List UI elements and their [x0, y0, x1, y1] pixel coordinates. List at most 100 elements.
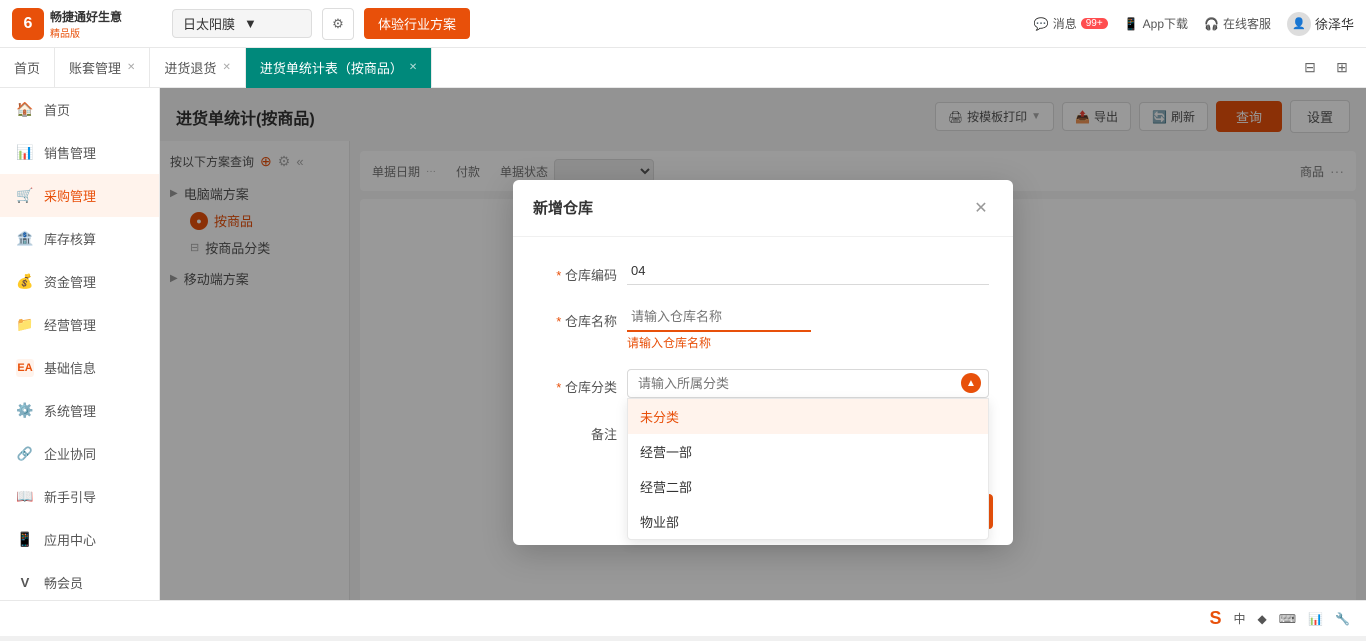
keyboard-icon[interactable]: ⌨: [1279, 612, 1296, 626]
tab-home[interactable]: 首页: [0, 48, 55, 88]
sidebar-item-finance[interactable]: 💰 资金管理: [0, 260, 159, 303]
store-name: 日太阳膜: [183, 14, 240, 33]
tab-purchase-stats[interactable]: 进货单统计表（按商品） ✕: [246, 48, 432, 88]
tab-account[interactable]: 账套管理 ✕: [55, 48, 150, 88]
dropdown-item-uncategorized[interactable]: 未分类: [628, 399, 988, 434]
modal-overlay: 新增仓库 ✕ * 仓库编码: [160, 88, 1366, 636]
tool-icon[interactable]: 🔧: [1335, 612, 1350, 626]
message-label: 消息: [1053, 15, 1077, 32]
headset-icon: 🎧: [1204, 17, 1219, 31]
sidebar-item-operations[interactable]: 📁 经营管理: [0, 303, 159, 346]
settings-button[interactable]: ⚙: [322, 8, 354, 40]
username: 徐泽华: [1315, 14, 1354, 33]
logo-icon: 6: [12, 8, 44, 40]
bottom-bar: S 中 ◆ ⌨ 📊 🔧: [0, 600, 1366, 636]
name-input[interactable]: [627, 303, 811, 332]
code-input[interactable]: [627, 257, 989, 285]
modal-add-warehouse: 新增仓库 ✕ * 仓库编码: [513, 180, 1013, 545]
brand-icon: S: [1210, 608, 1222, 629]
logo-area: 6 畅捷通好生意 精品版: [12, 8, 162, 40]
sidebar-item-sales[interactable]: 📊 销售管理: [0, 131, 159, 174]
modal-body: * 仓库编码 * 仓库名称: [513, 237, 1013, 482]
user-avatar: 👤: [1287, 12, 1311, 36]
sidebar-item-enterprise[interactable]: 🔗 企业协同: [0, 432, 159, 475]
sidebar-label-basic-info: 基础信息: [44, 358, 96, 377]
sidebar-label-system: 系统管理: [44, 401, 96, 420]
tab-home-label: 首页: [14, 58, 40, 77]
sidebar-item-app-center[interactable]: 📱 应用中心: [0, 518, 159, 561]
membership-icon: V: [16, 574, 34, 592]
message-action[interactable]: 💬 消息 99+: [1034, 15, 1108, 32]
tab-purchase-return[interactable]: 进货退货 ✕: [150, 48, 245, 88]
tab-purchase-return-close[interactable]: ✕: [222, 62, 230, 73]
trial-button[interactable]: 体验行业方案: [364, 8, 470, 39]
sidebar-item-system[interactable]: ⚙️ 系统管理: [0, 389, 159, 432]
home-icon: 🏠: [16, 101, 34, 119]
tab-expand-button[interactable]: ⊞: [1326, 52, 1358, 84]
category-input[interactable]: [627, 369, 989, 398]
notes-label: 备注: [537, 416, 617, 443]
diamond-icon[interactable]: ◆: [1258, 612, 1267, 626]
online-service-action[interactable]: 🎧 在线客服: [1204, 15, 1271, 32]
sidebar-item-guide[interactable]: 📖 新手引导: [0, 475, 159, 518]
logo-text: 畅捷通好生意 精品版: [50, 8, 122, 40]
sidebar-label-operations: 经营管理: [44, 315, 96, 334]
sidebar-item-membership[interactable]: V 畅会员: [0, 561, 159, 604]
sidebar-item-home[interactable]: 🏠 首页: [0, 88, 159, 131]
user-area[interactable]: 👤 徐泽华: [1287, 12, 1354, 36]
name-label: * 仓库名称: [537, 303, 617, 330]
header-right: 💬 消息 99+ 📱 App下载 🎧 在线客服 👤 徐泽华: [1034, 12, 1354, 36]
modal-header: 新增仓库 ✕: [513, 180, 1013, 237]
tab-account-label: 账套管理: [69, 58, 121, 77]
sales-icon: 📊: [16, 144, 34, 162]
dropdown-item-ops2[interactable]: 经营二部: [628, 469, 988, 504]
sidebar-item-basic-info[interactable]: EA 基础信息: [0, 346, 159, 389]
modal-title: 新增仓库: [533, 197, 593, 218]
tab-minimize-button[interactable]: ⊟: [1294, 52, 1326, 84]
app-center-icon: 📱: [16, 531, 34, 549]
sidebar: 🏠 首页 📊 销售管理 🛒 采购管理 🏦 库存核算 💰 资金管理 📁 经营管理 …: [0, 88, 160, 636]
phone-icon: 📱: [1124, 17, 1139, 31]
category-label: * 仓库分类: [537, 369, 617, 396]
sidebar-item-inventory[interactable]: 🏦 库存核算: [0, 217, 159, 260]
form-row-name: * 仓库名称 请输入仓库名称: [537, 303, 989, 351]
sidebar-label-sales: 销售管理: [44, 143, 96, 162]
nav-tabs: 首页 账套管理 ✕ 进货退货 ✕ 进货单统计表（按商品） ✕ ⊟ ⊞: [0, 48, 1366, 88]
basic-info-icon: EA: [16, 359, 34, 377]
top-header: 6 畅捷通好生意 精品版 日太阳膜 ▼ ⚙ 体验行业方案 💬 消息 99+ 📱 …: [0, 0, 1366, 48]
dropdown-item-ops1[interactable]: 经营一部: [628, 434, 988, 469]
enterprise-icon: 🔗: [16, 445, 34, 463]
guide-icon: 📖: [16, 488, 34, 506]
category-select-area: ▲ 未分类 经营一部 经营二部 物业部: [627, 369, 989, 398]
sidebar-label-app-center: 应用中心: [44, 530, 96, 549]
select-up-arrow[interactable]: ▲: [961, 373, 981, 393]
code-label: * 仓库编码: [537, 257, 617, 284]
system-icon: ⚙️: [16, 402, 34, 420]
app-download-label: App下载: [1143, 15, 1188, 32]
category-dropdown: 未分类 经营一部 经营二部 物业部: [627, 398, 989, 540]
name-error-message: 请输入仓库名称: [627, 334, 811, 351]
store-selector[interactable]: 日太阳膜 ▼: [172, 9, 312, 38]
tab-purchase-stats-close[interactable]: ✕: [409, 62, 417, 73]
tab-account-close[interactable]: ✕: [127, 62, 135, 73]
sidebar-label-home: 首页: [44, 100, 70, 119]
main-layout: 🏠 首页 📊 销售管理 🛒 采购管理 🏦 库存核算 💰 资金管理 📁 经营管理 …: [0, 88, 1366, 636]
message-icon: 💬: [1034, 17, 1049, 31]
app-download-action[interactable]: 📱 App下载: [1124, 15, 1188, 32]
content-area: 进货单统计(按商品) 🖨 按模板打印 ▼ 📤 导出 🔄 刷新 查询 设置: [160, 88, 1366, 636]
chinese-input-icon[interactable]: 中: [1234, 610, 1246, 627]
chart-icon[interactable]: 📊: [1308, 612, 1323, 626]
form-row-category: * 仓库分类 ▲ 未分类 经营一部 经营二部 物业部: [537, 369, 989, 398]
dropdown-item-property[interactable]: 物业部: [628, 504, 988, 539]
tab-purchase-stats-label: 进货单统计表（按商品）: [260, 58, 403, 77]
modal-close-button[interactable]: ✕: [969, 196, 993, 220]
tab-purchase-return-label: 进货退货: [164, 58, 216, 77]
sidebar-label-finance: 资金管理: [44, 272, 96, 291]
sidebar-item-purchase[interactable]: 🛒 采购管理: [0, 174, 159, 217]
sidebar-label-enterprise: 企业协同: [44, 444, 96, 463]
sidebar-label-guide: 新手引导: [44, 487, 96, 506]
sidebar-label-membership: 畅会员: [44, 573, 83, 592]
message-badge: 99+: [1081, 18, 1108, 29]
finance-icon: 💰: [16, 273, 34, 291]
sidebar-label-purchase: 采购管理: [44, 186, 96, 205]
